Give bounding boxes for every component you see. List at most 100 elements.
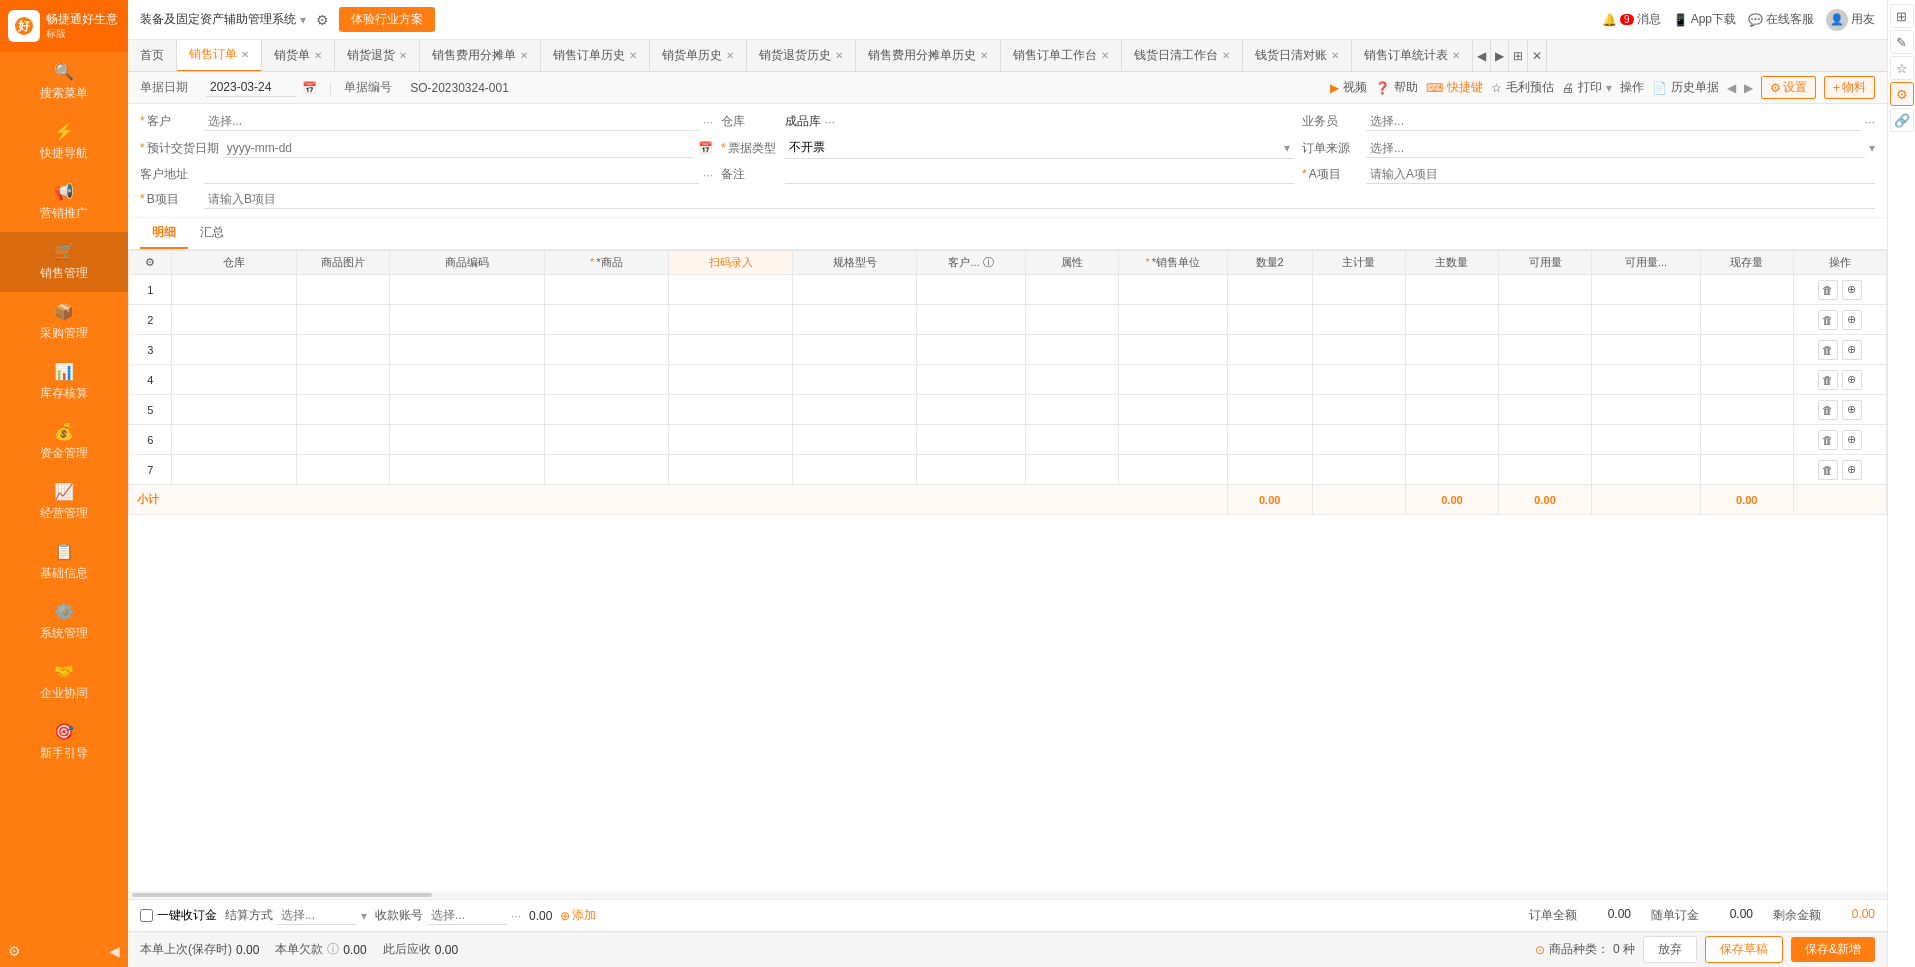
tab-sales-history[interactable]: 销售订单历史 ✕ <box>541 40 650 72</box>
quickpay-check[interactable] <box>140 909 153 922</box>
row-3-copy[interactable]: ⊕ <box>1842 340 1862 360</box>
quickpay-checkbox[interactable]: 一键收订金 <box>140 907 217 924</box>
row-6-unit[interactable] <box>1118 425 1227 455</box>
tab-refund-history[interactable]: 销货退货历史 ✕ <box>747 40 856 72</box>
row-2-code[interactable] <box>389 305 544 335</box>
right-icon-grid[interactable]: ⊞ <box>1890 4 1914 28</box>
tab-sales-fee[interactable]: 销售费用分摊单 ✕ <box>420 40 541 72</box>
discard-button[interactable]: 放弃 <box>1643 936 1697 963</box>
tab-close-return-history[interactable]: ✕ <box>726 50 734 61</box>
row-4-product[interactable] <box>544 365 668 395</box>
row-3-delete[interactable]: 🗑 <box>1818 340 1838 360</box>
tab-order-workbench[interactable]: 销售订单工作台 ✕ <box>1001 40 1122 72</box>
row-4-scan[interactable] <box>668 365 792 395</box>
row-1-copy[interactable]: ⊕ <box>1842 280 1862 300</box>
row-3-unit[interactable] <box>1118 335 1227 365</box>
tab-detail[interactable]: 明细 <box>140 218 188 249</box>
row-5-qty2[interactable] <box>1227 395 1312 425</box>
row-6-product[interactable] <box>544 425 668 455</box>
sidebar-item-collab[interactable]: 🤝 企业协同 <box>0 652 128 712</box>
solution-button[interactable]: 体验行业方案 <box>339 7 435 32</box>
invoice-dropdown-icon[interactable]: ▾ <box>1284 141 1290 155</box>
tab-close-all[interactable]: ✕ <box>1528 40 1547 72</box>
row-1-unit[interactable] <box>1118 275 1227 305</box>
tab-close-reconcile[interactable]: ✕ <box>1331 50 1339 61</box>
row-5-code[interactable] <box>389 395 544 425</box>
row-2-copy[interactable]: ⊕ <box>1842 310 1862 330</box>
tab-close-sales-refund[interactable]: ✕ <box>399 50 407 61</box>
row-6-qty2[interactable] <box>1227 425 1312 455</box>
row-6-copy[interactable]: ⊕ <box>1842 430 1862 450</box>
row-7-qty2[interactable] <box>1227 455 1312 485</box>
tab-fee-history[interactable]: 销售费用分摊单历史 ✕ <box>856 40 1001 72</box>
ops-btn[interactable]: 操作 <box>1620 79 1644 96</box>
row-6-delete[interactable]: 🗑 <box>1818 430 1838 450</box>
tab-daily-clear[interactable]: 钱货日清工作台 ✕ <box>1122 40 1243 72</box>
order-source-input[interactable] <box>1366 139 1865 158</box>
sidebar-item-marketing[interactable]: 📢 营销推广 <box>0 172 128 232</box>
row-3-scan[interactable] <box>668 335 792 365</box>
row-5-ops[interactable]: 🗑⊕ <box>1793 395 1886 425</box>
topbar-gear-icon[interactable]: ⚙ <box>316 12 329 28</box>
tab-home[interactable]: 首页 <box>128 40 177 72</box>
row-5-copy[interactable]: ⊕ <box>1842 400 1862 420</box>
online-service-item[interactable]: 💬 在线客服 <box>1748 11 1814 28</box>
row-1-qty2[interactable] <box>1227 275 1312 305</box>
sidebar-item-finance[interactable]: 💰 资金管理 <box>0 412 128 472</box>
row-6-ops[interactable]: 🗑⊕ <box>1793 425 1886 455</box>
row-7-ops[interactable]: 🗑⊕ <box>1793 455 1886 485</box>
row-4-ops[interactable]: 🗑⊕ <box>1793 365 1886 395</box>
sidebar-item-guide[interactable]: 🎯 新手引导 <box>0 712 128 772</box>
nav-prev[interactable]: ◀ <box>1727 81 1736 95</box>
row-3-warehouse[interactable] <box>172 335 296 365</box>
product-count-icon[interactable]: ⊙ <box>1535 943 1545 957</box>
row-1-scan[interactable] <box>668 275 792 305</box>
tab-close-sales-return[interactable]: ✕ <box>314 50 322 61</box>
collapse-icon[interactable]: ◀ <box>109 943 120 959</box>
salesperson-more-icon[interactable]: ··· <box>1865 115 1875 129</box>
row-4-code[interactable] <box>389 365 544 395</box>
tab-close-refund-history[interactable]: ✕ <box>835 50 843 61</box>
row-6-scan[interactable] <box>668 425 792 455</box>
sidebar-item-inventory[interactable]: 📊 库存核算 <box>0 352 128 412</box>
row-4-warehouse[interactable] <box>172 365 296 395</box>
right-icon-settings[interactable]: ⚙ <box>1890 82 1914 106</box>
help-btn[interactable]: ❓ 帮助 <box>1375 79 1418 96</box>
row-2-product[interactable] <box>544 305 668 335</box>
project-b-input[interactable] <box>204 190 1875 209</box>
view-btn[interactable]: ▶ 视频 <box>1330 79 1367 96</box>
row-2-ops[interactable]: 🗑⊕ <box>1793 305 1886 335</box>
print-btn[interactable]: 🖨 打印 ▾ <box>1562 79 1612 96</box>
row-2-scan[interactable] <box>668 305 792 335</box>
customer-more-icon[interactable]: ··· <box>703 115 713 129</box>
row-7-code[interactable] <box>389 455 544 485</box>
nav-next[interactable]: ▶ <box>1744 81 1753 95</box>
app-download-item[interactable]: 📱 App下载 <box>1673 11 1736 28</box>
address-input[interactable] <box>204 165 699 184</box>
row-4-qty2[interactable] <box>1227 365 1312 395</box>
tab-sales-return[interactable]: 销货单 ✕ <box>262 40 335 72</box>
invoice-type-select[interactable]: 不开票 ▾ <box>785 137 1294 159</box>
tab-next[interactable]: ▶ <box>1491 40 1509 72</box>
row-2-unit[interactable] <box>1118 305 1227 335</box>
tab-reconcile[interactable]: 钱货日清对账 ✕ <box>1243 40 1352 72</box>
right-icon-link[interactable]: 🔗 <box>1890 108 1914 132</box>
row-3-code[interactable] <box>389 335 544 365</box>
sidebar-item-basic[interactable]: 📋 基础信息 <box>0 532 128 592</box>
row-7-delete[interactable]: 🗑 <box>1818 460 1838 480</box>
tab-statistics[interactable]: 销售订单统计表 ✕ <box>1352 40 1473 72</box>
row-4-delete[interactable]: 🗑 <box>1818 370 1838 390</box>
order-source-dropdown[interactable]: ▾ <box>1869 141 1875 155</box>
add-deposit-btn[interactable]: ⊕ 添加 <box>560 907 596 924</box>
payment-select[interactable] <box>277 906 357 925</box>
row-6-warehouse[interactable] <box>172 425 296 455</box>
row-1-product[interactable] <box>544 275 668 305</box>
remark-input[interactable] <box>785 165 1294 184</box>
date-input[interactable] <box>206 78 296 97</box>
tab-expand[interactable]: ⊞ <box>1509 40 1528 72</box>
right-icon-edit[interactable]: ✎ <box>1890 30 1914 54</box>
tab-close-sales-history[interactable]: ✕ <box>629 50 637 61</box>
row-3-ops[interactable]: 🗑⊕ <box>1793 335 1886 365</box>
table-scrollbar[interactable] <box>128 891 1887 899</box>
row-5-warehouse[interactable] <box>172 395 296 425</box>
